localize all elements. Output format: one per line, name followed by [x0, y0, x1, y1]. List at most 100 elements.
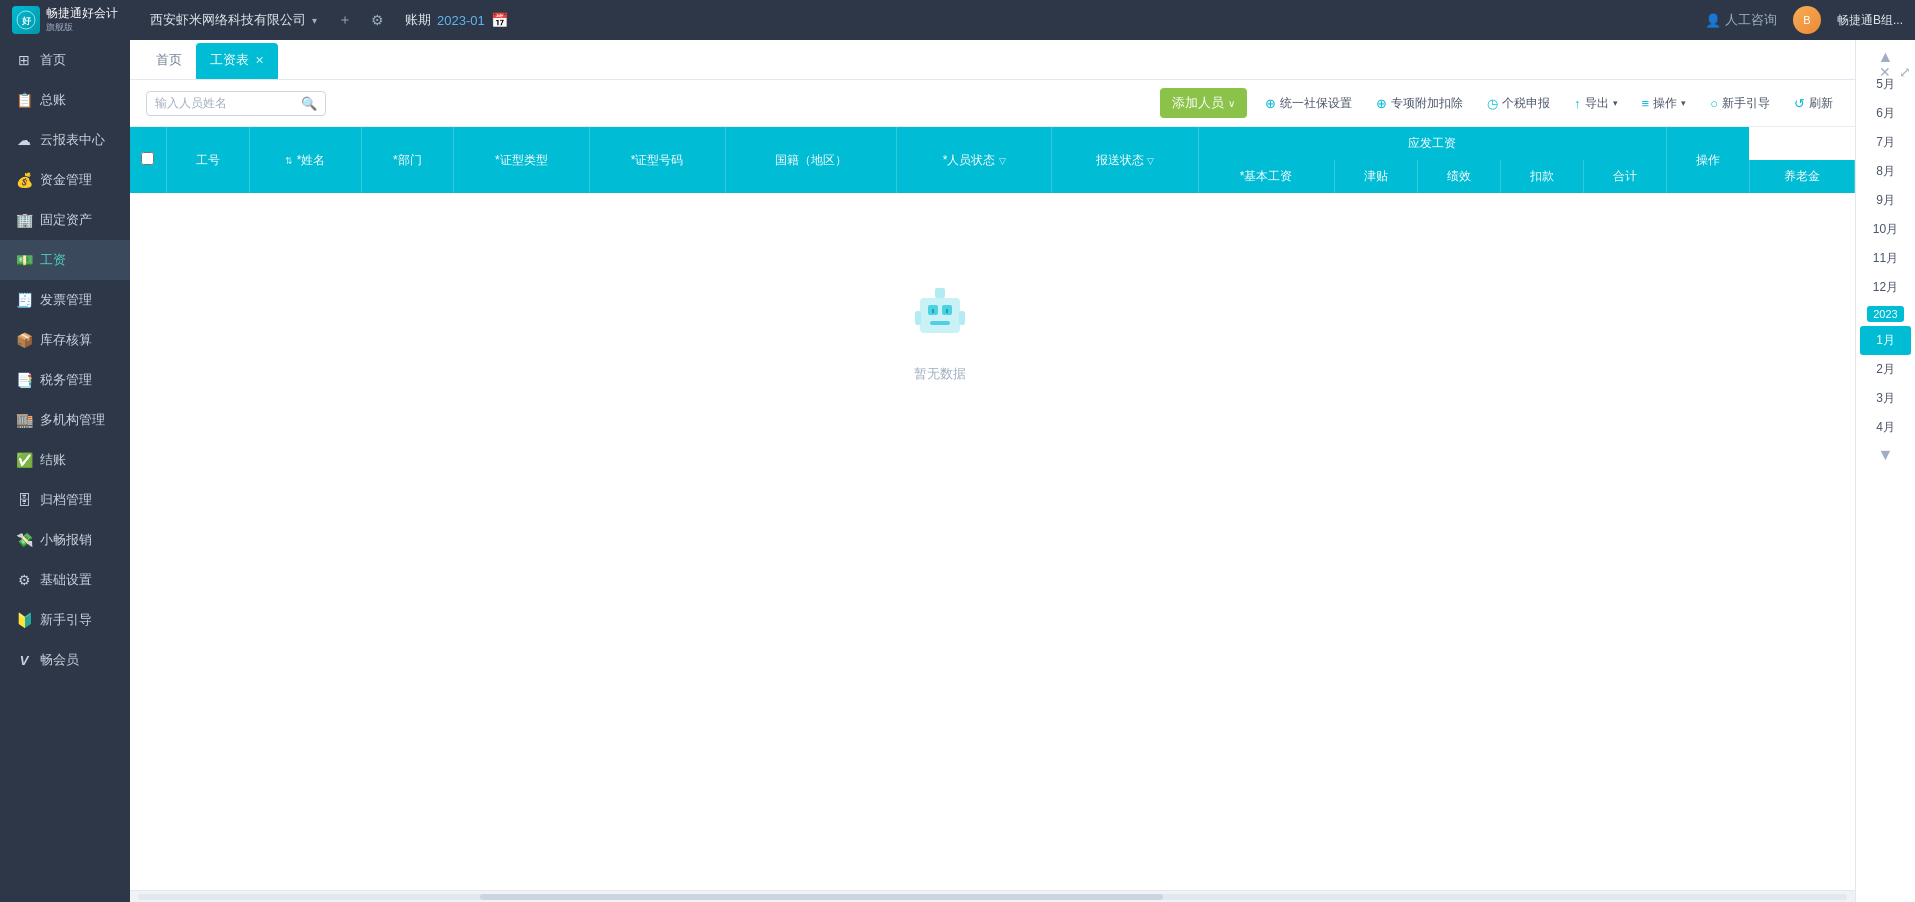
th-employee-id: 工号 [166, 127, 249, 193]
sidebar-item-archive[interactable]: 🗄 归档管理 [0, 480, 130, 520]
select-all-checkbox[interactable] [141, 152, 154, 165]
content-area: 首页 工资表 ✕ 🔍 添加人员 ∨ ⊕ 统一社保设置 ⊕ [130, 40, 1855, 902]
month-item-2023-4[interactable]: 4月 [1856, 413, 1915, 442]
refresh-icon: ↺ [1794, 96, 1805, 111]
bottom-scrollbar[interactable] [130, 890, 1855, 902]
tab-bar: 首页 工资表 ✕ [130, 40, 1855, 80]
search-input[interactable] [155, 96, 295, 110]
export-button[interactable]: ↑ 导出 ▾ [1568, 91, 1624, 116]
customer-service-button[interactable]: 👤 人工咨询 [1705, 11, 1777, 29]
sidebar: ⊞ 首页 📋 总账 ☁ 云报表中心 💰 资金管理 🏢 固定资产 💵 工资 🧾 发… [0, 40, 130, 902]
month-item-2022-12[interactable]: 12月 [1856, 273, 1915, 302]
refresh-label: 刷新 [1809, 95, 1833, 112]
expand-panel-button[interactable]: ⤢ [1897, 62, 1913, 82]
month-item-2023-3[interactable]: 3月 [1856, 384, 1915, 413]
sidebar-item-invoice[interactable]: 🧾 发票管理 [0, 280, 130, 320]
month-item-2022-6[interactable]: 6月 [1856, 99, 1915, 128]
sidebar-item-multi-org[interactable]: 🏬 多机构管理 [0, 400, 130, 440]
add-person-label: 添加人员 [1172, 94, 1224, 112]
month-item-2023-1[interactable]: 1月 [1860, 326, 1911, 355]
sidebar-item-fixed-assets[interactable]: 🏢 固定资产 [0, 200, 130, 240]
refresh-button[interactable]: ↺ 刷新 [1788, 91, 1839, 116]
extra-deduction-button[interactable]: ⊕ 专项附加扣除 [1370, 91, 1469, 116]
member-icon: V [16, 653, 32, 668]
sidebar-item-salary[interactable]: 💵 工资 [0, 240, 130, 280]
sidebar-item-checkout[interactable]: ✅ 结账 [0, 440, 130, 480]
new-guide-button[interactable]: ○ 新手引导 [1704, 91, 1776, 116]
add-person-button[interactable]: 添加人员 ∨ [1160, 88, 1247, 118]
company-selector[interactable]: 西安虾米网络科技有限公司 ▾ [150, 11, 317, 29]
search-icon[interactable]: 🔍 [301, 96, 317, 111]
month-item-2022-7[interactable]: 7月 [1856, 128, 1915, 157]
month-item-2022-10[interactable]: 10月 [1856, 215, 1915, 244]
settings-button[interactable]: ⚙ [365, 8, 389, 32]
personal-tax-icon: ◷ [1487, 96, 1498, 111]
person-status-filter-icon[interactable]: ▽ [999, 156, 1006, 166]
sidebar-item-ledger[interactable]: 📋 总账 [0, 80, 130, 120]
calendar-icon[interactable]: 📅 [491, 12, 508, 28]
ledger-icon: 📋 [16, 92, 32, 108]
tab-salary-table[interactable]: 工资表 ✕ [196, 43, 278, 79]
user-avatar[interactable]: B [1793, 6, 1821, 34]
invoice-icon: 🧾 [16, 292, 32, 308]
svg-rect-6 [935, 288, 945, 298]
new-guide-label: 新手引导 [1722, 95, 1770, 112]
th-performance: 绩效 [1417, 160, 1500, 193]
app-edition: 旗舰版 [46, 21, 118, 34]
new-guide-icon: ○ [1710, 96, 1718, 111]
sidebar-item-inventory[interactable]: 📦 库存核算 [0, 320, 130, 360]
month-item-2022-11[interactable]: 11月 [1856, 244, 1915, 273]
panel-nav-down[interactable]: ▼ [1874, 442, 1898, 468]
sidebar-item-new-guide[interactable]: 🔰 新手引导 [0, 600, 130, 640]
salary-icon: 💵 [16, 252, 32, 268]
th-name[interactable]: ⇅ *姓名 [249, 127, 362, 193]
sidebar-label-home: 首页 [40, 51, 66, 69]
period-label: 账期 [405, 11, 431, 29]
archive-icon: 🗄 [16, 492, 32, 508]
sidebar-item-basic-settings[interactable]: ⚙ 基础设置 [0, 560, 130, 600]
svg-text:好: 好 [21, 16, 32, 26]
sidebar-item-tax[interactable]: 📑 税务管理 [0, 360, 130, 400]
th-allowance: 津贴 [1334, 160, 1417, 193]
company-name: 西安虾米网络科技有限公司 [150, 11, 306, 29]
th-name-sort-icon: ⇅ [285, 156, 293, 166]
month-item-2022-8[interactable]: 8月 [1856, 157, 1915, 186]
sidebar-label-salary: 工资 [40, 251, 66, 269]
salary-table: 工号 ⇅ *姓名 *部门 *证型类型 *证型号码 国籍（地区） *人员状态 ▽ [130, 127, 1855, 463]
sidebar-item-member[interactable]: V 畅会员 [0, 640, 130, 680]
personal-tax-button[interactable]: ◷ 个税申报 [1481, 91, 1556, 116]
personal-tax-label: 个税申报 [1502, 95, 1550, 112]
settings-icon: ⚙ [16, 572, 32, 588]
extra-deduction-label: 专项附加扣除 [1391, 95, 1463, 112]
sidebar-item-cloud-report[interactable]: ☁ 云报表中心 [0, 120, 130, 160]
report-status-filter-icon[interactable]: ▽ [1147, 156, 1154, 166]
month-item-2022-9[interactable]: 9月 [1856, 186, 1915, 215]
service-label: 人工咨询 [1725, 11, 1777, 29]
operations-button[interactable]: ≡ 操作 ▾ [1636, 91, 1693, 116]
main-layout: ⊞ 首页 📋 总账 ☁ 云报表中心 💰 资金管理 🏢 固定资产 💵 工资 🧾 发… [0, 40, 1915, 902]
svg-rect-2 [920, 298, 960, 333]
month-item-2023-2[interactable]: 2月 [1856, 355, 1915, 384]
sidebar-item-expense[interactable]: 💸 小畅报销 [0, 520, 130, 560]
top-header: 好 畅捷通好会计 旗舰版 西安虾米网络科技有限公司 ▾ ＋ ⚙ 账期 2023-… [0, 0, 1915, 40]
sidebar-item-home[interactable]: ⊞ 首页 [0, 40, 130, 80]
sidebar-item-capital[interactable]: 💰 资金管理 [0, 160, 130, 200]
sidebar-label-settings: 基础设置 [40, 571, 92, 589]
operations-arrow: ▾ [1681, 98, 1686, 108]
username-label[interactable]: 畅捷通B组... [1837, 12, 1903, 29]
checkout-icon: ✅ [16, 452, 32, 468]
close-panel-button[interactable]: ✕ [1877, 62, 1893, 82]
add-company-button[interactable]: ＋ [333, 8, 357, 32]
scrollbar-thumb[interactable] [480, 894, 1164, 900]
tab-close-icon[interactable]: ✕ [255, 54, 264, 67]
social-security-button[interactable]: ⊕ 统一社保设置 [1259, 91, 1358, 116]
th-checkbox[interactable] [130, 127, 166, 193]
empty-text: 暂无数据 [914, 365, 966, 383]
tab-home[interactable]: 首页 [142, 43, 196, 79]
header-actions: ＋ ⚙ [333, 8, 389, 32]
period-value[interactable]: 2023-01 [437, 13, 485, 28]
app-name: 畅捷通好会计 [46, 6, 118, 20]
window-controls [1899, 0, 1915, 8]
search-input-wrap: 🔍 [146, 91, 326, 116]
cloud-icon: ☁ [16, 132, 32, 148]
